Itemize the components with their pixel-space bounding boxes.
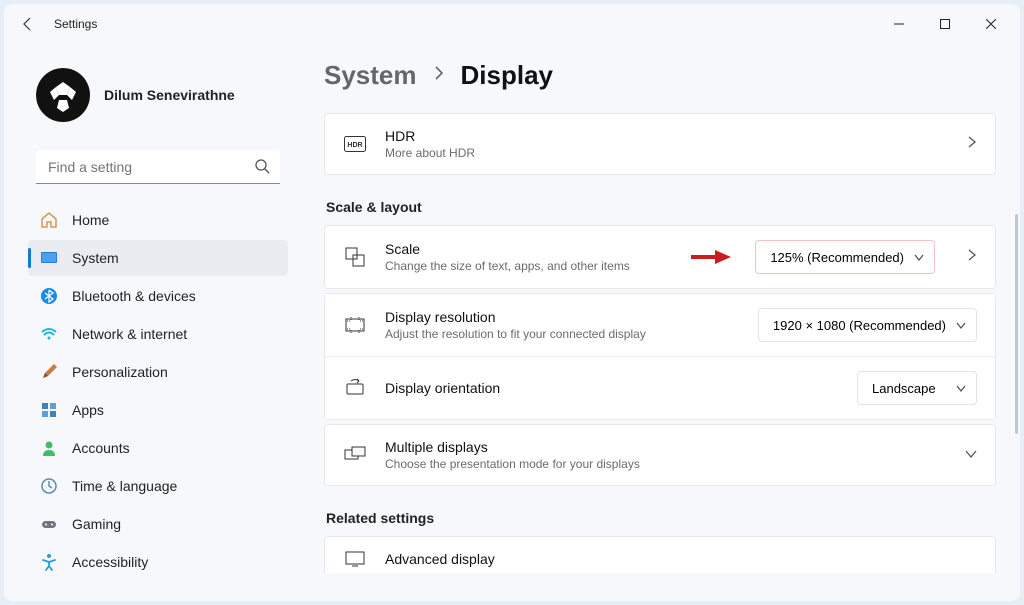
orientation-title: Display orientation xyxy=(385,380,839,396)
section-scale-layout: Scale & layout xyxy=(326,199,996,215)
accessibility-icon xyxy=(40,553,58,571)
settings-window: Settings Dilum Senevirathne xyxy=(4,4,1020,601)
maximize-button[interactable] xyxy=(922,8,968,40)
advanced-display-row[interactable]: Advanced display xyxy=(324,536,996,573)
nav-apps[interactable]: Apps xyxy=(28,392,288,428)
scrollbar[interactable] xyxy=(1015,214,1018,434)
search-input[interactable] xyxy=(36,150,280,184)
resolution-dropdown[interactable]: 1920 × 1080 (Recommended) xyxy=(758,308,977,342)
chevron-down-icon xyxy=(914,250,924,265)
chevron-down-icon xyxy=(956,381,966,396)
card-text: Display resolution Adjust the resolution… xyxy=(385,309,740,341)
nav-label: Network & internet xyxy=(72,326,187,342)
nav-label: Apps xyxy=(72,402,104,418)
section-related: Related settings xyxy=(326,510,996,526)
bluetooth-icon xyxy=(40,287,58,305)
orientation-row: Display orientation Landscape xyxy=(325,356,995,419)
scale-row[interactable]: Scale Change the size of text, apps, and… xyxy=(324,225,996,289)
avatar xyxy=(36,68,90,122)
nav-label: Time & language xyxy=(72,478,177,494)
resolution-icon xyxy=(343,315,367,335)
chevron-right-icon xyxy=(967,135,977,153)
home-icon xyxy=(40,211,58,229)
minimize-button[interactable] xyxy=(876,8,922,40)
hdr-row[interactable]: HDR HDR More about HDR xyxy=(324,113,996,175)
resolution-row: Display resolution Adjust the resolution… xyxy=(325,294,995,356)
back-button[interactable] xyxy=(10,6,46,42)
multiple-displays-row[interactable]: Multiple displays Choose the presentatio… xyxy=(324,424,996,486)
gamepad-icon xyxy=(40,515,58,533)
nav-personalization[interactable]: Personalization xyxy=(28,354,288,390)
apps-icon xyxy=(40,401,58,419)
profile[interactable]: Dilum Senevirathne xyxy=(28,44,288,144)
system-icon xyxy=(40,249,58,267)
scale-title: Scale xyxy=(385,241,673,257)
nav-label: Accessibility xyxy=(72,554,148,570)
nav-gaming[interactable]: Gaming xyxy=(28,506,288,542)
nav-label: Gaming xyxy=(72,516,121,532)
search-icon xyxy=(254,158,270,179)
card-text: Scale Change the size of text, apps, and… xyxy=(385,241,673,273)
resolution-orientation-group: Display resolution Adjust the resolution… xyxy=(324,293,996,420)
multiple-displays-icon xyxy=(343,446,367,464)
multiple-subtitle: Choose the presentation mode for your di… xyxy=(385,457,947,471)
chevron-right-icon xyxy=(967,248,977,266)
person-icon xyxy=(40,439,58,457)
chevron-right-icon xyxy=(433,66,445,85)
advanced-title: Advanced display xyxy=(385,551,977,567)
resolution-value: 1920 × 1080 (Recommended) xyxy=(773,318,946,333)
hdr-title: HDR xyxy=(385,128,949,144)
scale-icon xyxy=(343,247,367,267)
content: Dilum Senevirathne Home System xyxy=(4,44,1020,601)
nav-system[interactable]: System xyxy=(28,240,288,276)
multiple-title: Multiple displays xyxy=(385,439,947,455)
card-text: HDR More about HDR xyxy=(385,128,949,160)
orientation-icon xyxy=(343,378,367,398)
nav-label: Accounts xyxy=(72,440,130,456)
profile-name: Dilum Senevirathne xyxy=(104,87,235,103)
resolution-subtitle: Adjust the resolution to fit your connec… xyxy=(385,327,740,341)
nav: Home System Bluetooth & devices Network … xyxy=(28,202,288,580)
nav-accessibility[interactable]: Accessibility xyxy=(28,544,288,580)
search-box xyxy=(36,150,280,184)
sidebar: Dilum Senevirathne Home System xyxy=(4,44,300,601)
window-controls xyxy=(876,8,1014,40)
breadcrumb-current: Display xyxy=(461,60,554,91)
paintbrush-icon xyxy=(40,363,58,381)
orientation-dropdown[interactable]: Landscape xyxy=(857,371,977,405)
breadcrumb: System Display xyxy=(324,60,996,91)
chevron-down-icon xyxy=(965,446,977,464)
nav-label: Home xyxy=(72,212,109,228)
scale-value: 125% (Recommended) xyxy=(770,250,904,265)
window-title: Settings xyxy=(54,17,97,31)
scale-dropdown[interactable]: 125% (Recommended) xyxy=(755,240,935,274)
nav-bluetooth[interactable]: Bluetooth & devices xyxy=(28,278,288,314)
main: System Display HDR HDR More about HDR Sc… xyxy=(300,44,1020,601)
card-text: Advanced display xyxy=(385,551,977,567)
resolution-title: Display resolution xyxy=(385,309,740,325)
hdr-icon: HDR xyxy=(343,136,367,152)
display-icon xyxy=(343,551,367,567)
card-text: Multiple displays Choose the presentatio… xyxy=(385,439,947,471)
nav-time-language[interactable]: Time & language xyxy=(28,468,288,504)
annotation-arrow-icon xyxy=(691,248,731,266)
titlebar: Settings xyxy=(4,4,1020,44)
close-button[interactable] xyxy=(968,8,1014,40)
scale-subtitle: Change the size of text, apps, and other… xyxy=(385,259,673,273)
nav-label: System xyxy=(72,250,119,266)
nav-network[interactable]: Network & internet xyxy=(28,316,288,352)
clock-globe-icon xyxy=(40,477,58,495)
orientation-value: Landscape xyxy=(872,381,936,396)
card-text: Display orientation xyxy=(385,380,839,396)
wifi-icon xyxy=(40,325,58,343)
nav-label: Personalization xyxy=(72,364,168,380)
breadcrumb-parent[interactable]: System xyxy=(324,60,417,91)
nav-label: Bluetooth & devices xyxy=(72,288,196,304)
chevron-down-icon xyxy=(956,318,966,333)
hdr-subtitle: More about HDR xyxy=(385,146,949,160)
nav-home[interactable]: Home xyxy=(28,202,288,238)
svg-text:HDR: HDR xyxy=(347,142,362,149)
nav-accounts[interactable]: Accounts xyxy=(28,430,288,466)
